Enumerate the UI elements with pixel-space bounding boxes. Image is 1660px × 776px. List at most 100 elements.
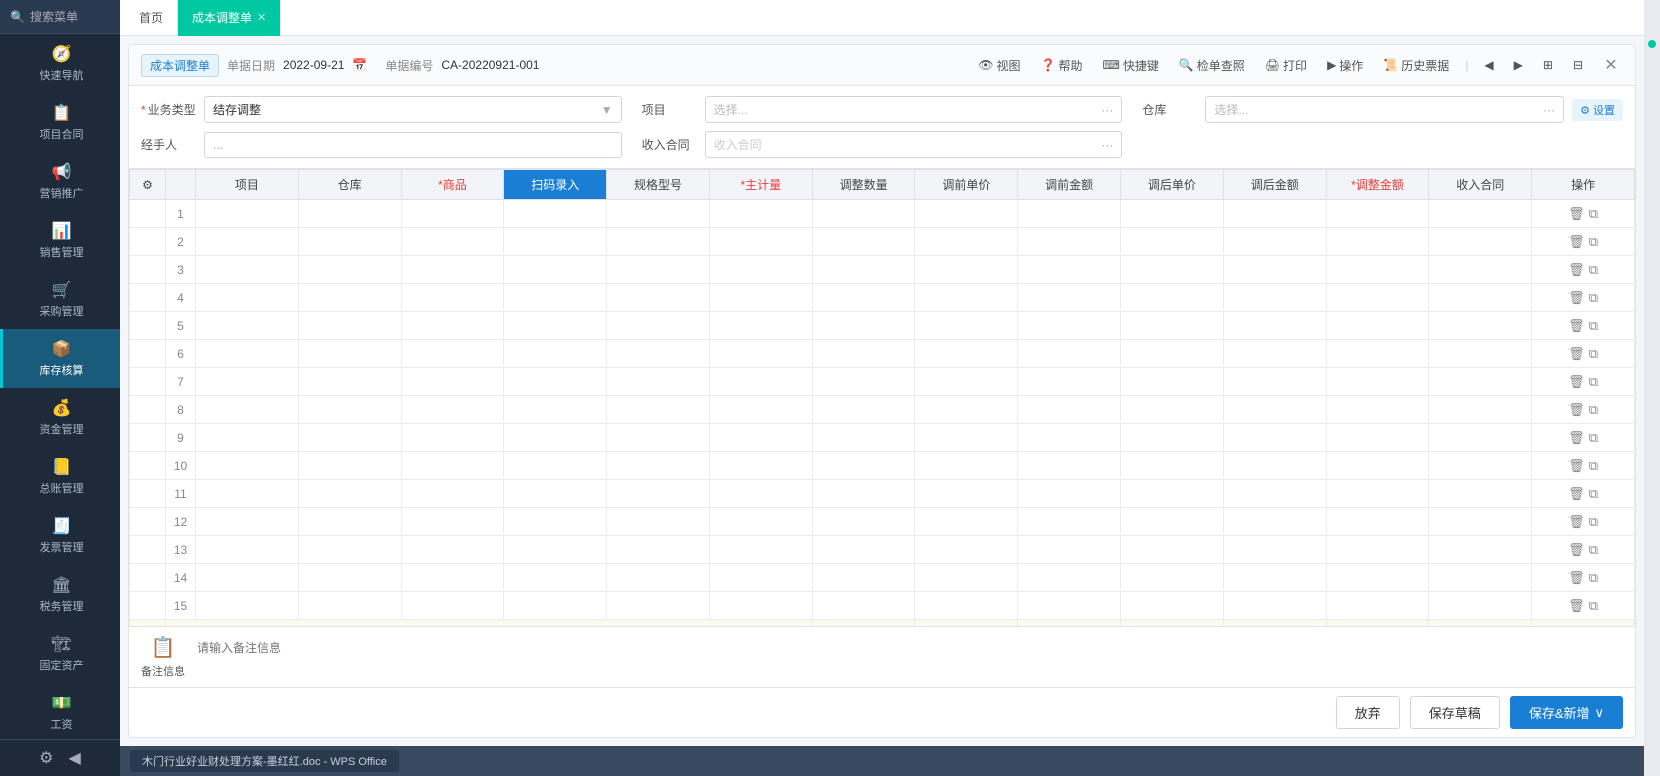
income-contract-input[interactable]: 收入合同 ··· xyxy=(705,131,1123,158)
row-warehouse[interactable] xyxy=(298,564,401,592)
delete-row-icon[interactable]: 🗑 xyxy=(1568,262,1585,278)
warehouse-input[interactable]: 选择... ··· xyxy=(1205,96,1564,123)
delete-row-icon[interactable]: 🗑 xyxy=(1568,514,1585,530)
col-header-unit[interactable]: *主计量 xyxy=(709,170,812,200)
row-spec[interactable] xyxy=(607,368,710,396)
row-pre-price[interactable] xyxy=(915,284,1018,312)
tab-close-icon[interactable]: ✕ xyxy=(257,11,266,24)
row-spec[interactable] xyxy=(607,396,710,424)
row-spec[interactable] xyxy=(607,536,710,564)
row-post-price[interactable] xyxy=(1121,592,1224,620)
check-btn[interactable]: 🔍 检单查照 xyxy=(1175,55,1249,76)
row-adj-qty[interactable] xyxy=(812,592,915,620)
row-post-amount[interactable] xyxy=(1223,312,1326,340)
sidebar-item-inventory[interactable]: 📦 库存核算 xyxy=(0,329,120,388)
row-adj-qty[interactable] xyxy=(812,396,915,424)
row-pre-amount[interactable] xyxy=(1018,480,1121,508)
delete-row-icon[interactable]: 🗑 xyxy=(1568,290,1585,306)
copy-row-icon[interactable]: ⧉ xyxy=(1589,486,1598,502)
row-spec[interactable] xyxy=(607,200,710,228)
row-scan[interactable] xyxy=(504,284,607,312)
row-product[interactable] xyxy=(401,564,504,592)
copy-row-icon[interactable]: ⧉ xyxy=(1589,514,1598,530)
row-product[interactable] xyxy=(401,256,504,284)
row-scan[interactable] xyxy=(504,564,607,592)
row-post-price[interactable] xyxy=(1121,536,1224,564)
remark-input[interactable] xyxy=(193,635,1623,671)
row-unit[interactable] xyxy=(709,312,812,340)
print-btn[interactable]: 🖨 打印 xyxy=(1261,55,1311,76)
row-post-amount[interactable] xyxy=(1223,396,1326,424)
row-adj-amount[interactable] xyxy=(1326,368,1429,396)
delete-row-icon[interactable]: 🗑 xyxy=(1568,374,1585,390)
col-header-product[interactable]: *商品 xyxy=(401,170,504,200)
row-product[interactable] xyxy=(401,536,504,564)
row-adj-amount[interactable] xyxy=(1326,536,1429,564)
calendar-icon[interactable]: 📅 xyxy=(352,58,367,72)
row-unit[interactable] xyxy=(709,396,812,424)
row-warehouse[interactable] xyxy=(298,424,401,452)
row-unit[interactable] xyxy=(709,340,812,368)
row-pre-amount[interactable] xyxy=(1018,256,1121,284)
sidebar-item-project-contract[interactable]: 📋 项目合同 xyxy=(0,93,120,152)
row-income[interactable] xyxy=(1429,592,1532,620)
sidebar-item-ledger[interactable]: 📒 总账管理 xyxy=(0,447,120,506)
row-income[interactable] xyxy=(1429,312,1532,340)
row-scan[interactable] xyxy=(504,536,607,564)
row-pre-price[interactable] xyxy=(915,480,1018,508)
row-warehouse[interactable] xyxy=(298,256,401,284)
row-pre-price[interactable] xyxy=(915,564,1018,592)
row-post-price[interactable] xyxy=(1121,564,1224,592)
col-header-income[interactable]: 收入合同 xyxy=(1429,170,1532,200)
row-adj-qty[interactable] xyxy=(812,284,915,312)
row-project[interactable] xyxy=(196,368,299,396)
row-post-amount[interactable] xyxy=(1223,452,1326,480)
row-unit[interactable] xyxy=(709,368,812,396)
col-header-spec[interactable]: 规格型号 xyxy=(607,170,710,200)
row-post-amount[interactable] xyxy=(1223,480,1326,508)
copy-row-icon[interactable]: ⧉ xyxy=(1589,598,1598,614)
row-adj-qty[interactable] xyxy=(812,536,915,564)
copy-row-icon[interactable]: ⧉ xyxy=(1589,402,1598,418)
row-adj-amount[interactable] xyxy=(1326,228,1429,256)
collapse-icon[interactable]: ◀ xyxy=(69,748,81,768)
row-pre-amount[interactable] xyxy=(1018,200,1121,228)
row-adj-qty[interactable] xyxy=(812,200,915,228)
row-unit[interactable] xyxy=(709,592,812,620)
row-warehouse[interactable] xyxy=(298,200,401,228)
row-pre-amount[interactable] xyxy=(1018,368,1121,396)
warehouse-dots[interactable]: ··· xyxy=(1543,103,1555,117)
row-adj-qty[interactable] xyxy=(812,340,915,368)
row-project[interactable] xyxy=(196,480,299,508)
save-new-button[interactable]: 保存&新增 ∨ xyxy=(1510,696,1623,729)
row-product[interactable] xyxy=(401,228,504,256)
row-adj-amount[interactable] xyxy=(1326,424,1429,452)
row-product[interactable] xyxy=(401,312,504,340)
delete-row-icon[interactable]: 🗑 xyxy=(1568,206,1585,222)
row-income[interactable] xyxy=(1429,284,1532,312)
row-adj-qty[interactable] xyxy=(812,312,915,340)
row-project[interactable] xyxy=(196,536,299,564)
row-income[interactable] xyxy=(1429,564,1532,592)
row-pre-price[interactable] xyxy=(915,592,1018,620)
row-post-amount[interactable] xyxy=(1223,256,1326,284)
row-post-price[interactable] xyxy=(1121,452,1224,480)
row-project[interactable] xyxy=(196,340,299,368)
delete-row-icon[interactable]: 🗑 xyxy=(1568,234,1585,250)
row-income[interactable] xyxy=(1429,368,1532,396)
row-spec[interactable] xyxy=(607,564,710,592)
row-post-amount[interactable] xyxy=(1223,340,1326,368)
action-btn[interactable]: ▶ 操作 xyxy=(1323,55,1367,76)
row-adj-qty[interactable] xyxy=(812,228,915,256)
row-adj-qty[interactable] xyxy=(812,480,915,508)
row-warehouse[interactable] xyxy=(298,592,401,620)
row-product[interactable] xyxy=(401,424,504,452)
row-product[interactable] xyxy=(401,284,504,312)
copy-row-icon[interactable]: ⧉ xyxy=(1589,458,1598,474)
row-scan[interactable] xyxy=(504,340,607,368)
row-pre-amount[interactable] xyxy=(1018,424,1121,452)
agent-dots[interactable]: ... xyxy=(213,138,223,152)
row-project[interactable] xyxy=(196,256,299,284)
row-spec[interactable] xyxy=(607,592,710,620)
row-post-amount[interactable] xyxy=(1223,564,1326,592)
